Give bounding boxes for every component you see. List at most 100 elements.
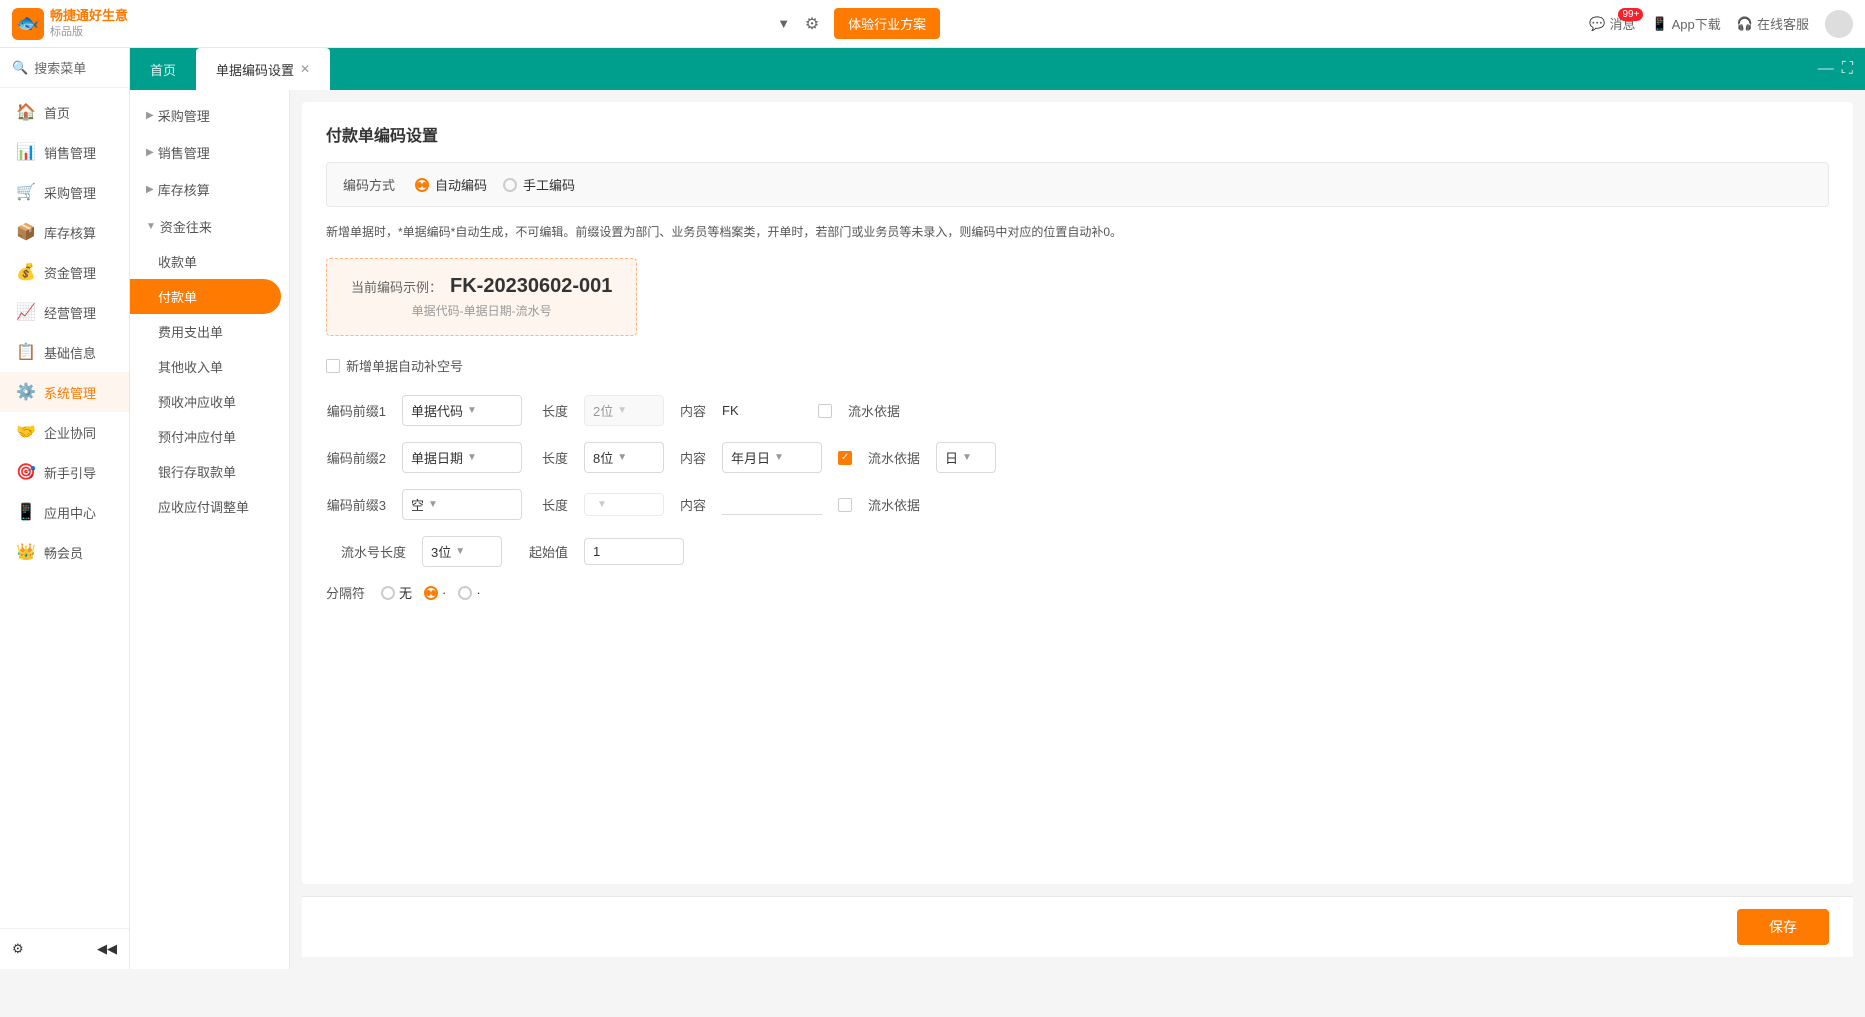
app-download-item[interactable]: 📱 App下载 <box>1651 14 1720 33</box>
flow-checkbox-1[interactable] <box>818 404 832 418</box>
code-example-sub: 单据代码-单据日期-流水号 <box>351 302 612 319</box>
sub-nav-title-sales[interactable]: ▶ 销售管理 <box>130 135 289 170</box>
length1-select[interactable]: 2位 ▼ <box>584 395 664 426</box>
sub-nav-item-prepay-receivable[interactable]: 预收冲应收单 <box>130 384 289 419</box>
chevron-down-icon-6: ▼ <box>962 452 972 463</box>
tabs-bar: 首页 单据编码设置 ✕ — ⛶ <box>130 48 1865 90</box>
sub-nav-item-receipt[interactable]: 收款单 <box>130 244 289 279</box>
radio-auto-encoding[interactable]: 自动编码 <box>415 175 487 194</box>
logo-text: 畅捷通好生意 标品版 <box>50 8 128 39</box>
sub-nav-title-capital[interactable]: ▼ 资金往来 <box>130 209 289 244</box>
save-button[interactable]: 保存 <box>1737 909 1829 945</box>
separator-row: 分隔符 无 · <box>326 583 1829 602</box>
sub-nav-item-expense[interactable]: 费用支出单 <box>130 314 289 349</box>
tabs-right: — ⛶ <box>1818 60 1865 78</box>
sub-nav-group-inventory: ▶ 库存核算 <box>130 172 289 207</box>
encoding-radio-group: 自动编码 手工编码 <box>415 175 575 194</box>
online-service-item[interactable]: 🎧 在线客服 <box>1737 14 1809 33</box>
code-preview-box: 当前编码示例： FK-20230602-001 单据代码-单据日期-流水号 <box>326 258 637 336</box>
length2-select[interactable]: 8位 ▼ <box>584 442 664 473</box>
system-icon: ⚙️ <box>16 382 36 402</box>
prefix1-select[interactable]: 单据代码 ▼ <box>402 395 522 426</box>
period-select[interactable]: 日 ▼ <box>936 442 996 473</box>
flow-checkbox-3[interactable] <box>838 498 852 512</box>
sidebar-item-operation[interactable]: 📈 经营管理 <box>0 292 129 332</box>
arrow-right-icon: ▶ <box>146 110 154 121</box>
top-bar-right: 💬 消息 99+ 📱 App下载 🎧 在线客服 <box>1589 10 1853 38</box>
arrow-right-icon-3: ▶ <box>146 184 154 195</box>
chevron-down-icon-7: ▼ <box>428 499 438 510</box>
sep-radio-dot2[interactable] <box>458 586 472 600</box>
sidebar-item-base-info[interactable]: 📋 基础信息 <box>0 332 129 372</box>
maximize-icon[interactable]: ⛶ <box>1842 60 1853 78</box>
message-item[interactable]: 💬 消息 99+ <box>1589 14 1635 33</box>
main-layout: 首页 单据编码设置 ✕ — ⛶ ▶ 采购管理 ▶ 销售管理 <box>130 48 1865 969</box>
finance-icon: 💰 <box>16 262 36 282</box>
radio-manual-btn[interactable] <box>503 178 517 192</box>
member-icon: 👑 <box>16 542 36 562</box>
sub-nav-item-bank[interactable]: 银行存取款单 <box>130 454 289 489</box>
content2-select[interactable]: 年月日 ▼ <box>722 442 822 473</box>
sep-radio-none[interactable] <box>381 586 395 600</box>
sep-option-dot[interactable]: · <box>424 585 446 600</box>
tab-close-icon[interactable]: ✕ <box>300 62 310 76</box>
sub-nav-title-inventory[interactable]: ▶ 库存核算 <box>130 172 289 207</box>
separator-options: 无 · · <box>381 583 481 602</box>
sidebar-item-collab[interactable]: 🤝 企业协同 <box>0 412 129 452</box>
operation-icon: 📈 <box>16 302 36 322</box>
radio-auto-btn[interactable] <box>415 178 429 192</box>
sub-nav-group-purchase: ▶ 采购管理 <box>130 98 289 133</box>
sidebar-item-home[interactable]: 🏠 首页 <box>0 92 129 132</box>
start-value-input[interactable] <box>584 538 684 565</box>
sub-nav-title-purchase[interactable]: ▶ 采购管理 <box>130 98 289 133</box>
encoding-method-row: 编码方式 自动编码 手工编码 <box>326 162 1829 207</box>
chevron-down-icon-5: ▼ <box>774 452 784 463</box>
settings-bottom-icon[interactable]: ⚙ <box>12 941 24 957</box>
auto-fill-row: 新增单据自动补空号 <box>326 356 1829 375</box>
sidebar-item-guide[interactable]: 🎯 新手引导 <box>0 452 129 492</box>
logo-icon: 🐟 <box>12 8 44 40</box>
trial-button[interactable]: 体验行业方案 <box>834 8 940 39</box>
prefix3-select[interactable]: 空 ▼ <box>402 489 522 520</box>
sub-nav-item-prepay-payable[interactable]: 预付冲应付单 <box>130 419 289 454</box>
form-row-2: 编码前缀2 单据日期 ▼ 长度 8位 ▼ 内容 年月日 ▼ ✓ <box>326 442 1829 473</box>
sidebar-item-purchase[interactable]: 🛒 采购管理 <box>0 172 129 212</box>
flow-checkbox-2[interactable]: ✓ <box>838 451 852 465</box>
sep-option-dot2[interactable]: · <box>458 585 480 600</box>
nav-dropdown[interactable]: ▼ <box>777 16 790 31</box>
message-icon: 💬 <box>1589 16 1605 32</box>
sep-option-none[interactable]: 无 <box>381 583 412 602</box>
tab-home[interactable]: 首页 <box>130 48 196 90</box>
info-text: 新增单据时，*单据编码*自动生成，不可编辑。前缀设置为部门、业务员等档案类，开单… <box>326 223 1829 242</box>
chevron-down-icon-2: ▼ <box>617 405 627 416</box>
sub-nav-item-adjustment[interactable]: 应收应付调整单 <box>130 489 289 524</box>
tab-encoding-settings[interactable]: 单据编码设置 ✕ <box>196 48 330 90</box>
sub-nav-item-payment[interactable]: 付款单 <box>130 279 281 314</box>
sidebar-item-app-center[interactable]: 📱 应用中心 <box>0 492 129 532</box>
search-menu[interactable]: 🔍 搜索菜单 <box>0 48 129 88</box>
sidebar-item-finance[interactable]: 💰 资金管理 <box>0 252 129 292</box>
radio-manual-encoding[interactable]: 手工编码 <box>503 175 575 194</box>
collapse-icon[interactable]: ◀◀ <box>97 941 117 957</box>
sep-radio-dot[interactable] <box>424 586 438 600</box>
sidebar-item-system[interactable]: ⚙️ 系统管理 <box>0 372 129 412</box>
app-icon: 📱 <box>1651 16 1667 32</box>
sidebar-item-sales[interactable]: 📊 销售管理 <box>0 132 129 172</box>
chevron-down-icon-4: ▼ <box>617 452 627 463</box>
guide-icon: 🎯 <box>16 462 36 482</box>
sidebar-item-member[interactable]: 👑 畅会员 <box>0 532 129 572</box>
flow-length-select[interactable]: 3位 ▼ <box>422 536 502 567</box>
content-area: ▶ 采购管理 ▶ 销售管理 ▶ 库存核算 ▼ 资金往来 <box>130 90 1865 969</box>
settings-icon[interactable]: ⚙ <box>798 10 826 38</box>
search-icon: 🔍 <box>12 60 28 76</box>
auto-fill-checkbox[interactable] <box>326 359 340 373</box>
top-bar-center: ▼ ⚙ 体验行业方案 <box>777 8 940 39</box>
prefix2-select[interactable]: 单据日期 ▼ <box>402 442 522 473</box>
form-row-3: 编码前缀3 空 ▼ 长度 ▼ 内容 流水依据 <box>326 489 1829 520</box>
sidebar-item-inventory[interactable]: 📦 库存核算 <box>0 212 129 252</box>
user-avatar[interactable] <box>1825 10 1853 38</box>
top-bar-left: 🐟 畅捷通好生意 标品版 <box>12 8 128 40</box>
sub-nav-item-other-income[interactable]: 其他收入单 <box>130 349 289 384</box>
minimize-icon[interactable]: — <box>1818 60 1834 78</box>
length3-select[interactable]: ▼ <box>584 493 664 516</box>
